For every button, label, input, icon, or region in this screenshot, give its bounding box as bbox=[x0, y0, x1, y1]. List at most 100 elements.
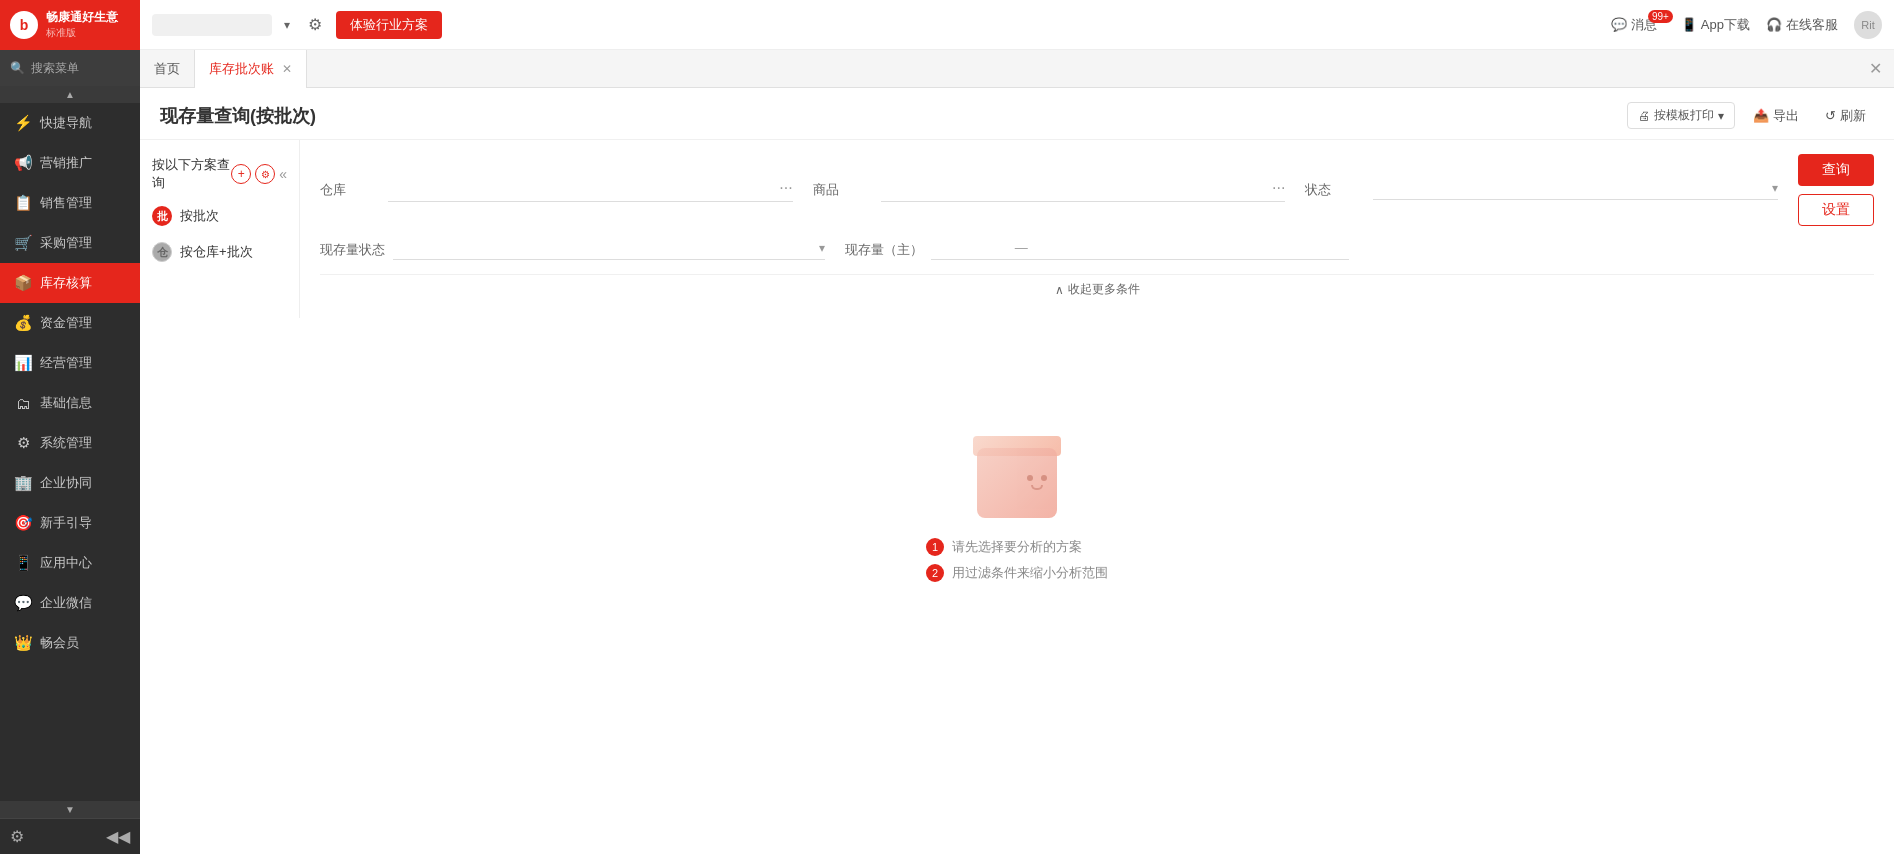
hint-text-2: 用过滤条件来缩小分析范围 bbox=[952, 564, 1108, 582]
inventory-icon: 📦 bbox=[14, 274, 32, 292]
tab-close-icon[interactable]: ✕ bbox=[282, 62, 292, 76]
add-scheme-btn[interactable]: + bbox=[231, 164, 251, 184]
tab-home[interactable]: 首页 bbox=[140, 50, 195, 88]
avatar: Rit bbox=[1854, 11, 1882, 39]
empty-eye-right bbox=[1041, 475, 1047, 481]
hint-num-1: 1 bbox=[926, 538, 944, 556]
topbar-gear-btn[interactable]: ⚙ bbox=[302, 13, 328, 36]
breadcrumb-dropdown-btn[interactable]: ▾ bbox=[280, 16, 294, 34]
status-select-wrap: 全部 正常 禁用 ▾ bbox=[1373, 180, 1778, 200]
enterprise-label: 企业协同 bbox=[40, 474, 92, 492]
app-download-icon: 📱 bbox=[1681, 17, 1697, 32]
empty-box-face bbox=[1015, 464, 1059, 500]
trial-btn[interactable]: 体验行业方案 bbox=[336, 11, 442, 39]
scheme-warehouse-batch-icon: 仓 bbox=[152, 242, 172, 262]
print-icon: 🖨 bbox=[1638, 109, 1650, 123]
empty-box bbox=[977, 448, 1057, 518]
marketing-label: 营销推广 bbox=[40, 154, 92, 172]
collapse-row[interactable]: ∧ 收起更多条件 bbox=[320, 274, 1874, 304]
sidebar-item-enterprise[interactable]: 🏢 企业协同 bbox=[0, 463, 140, 503]
refresh-btn[interactable]: ↺ 刷新 bbox=[1817, 103, 1874, 129]
stock-qty-min[interactable] bbox=[931, 240, 1011, 255]
search-icon: 🔍 bbox=[10, 61, 25, 75]
search-menu-item[interactable]: 🔍 搜索菜单 bbox=[0, 50, 140, 86]
sidebar-item-system[interactable]: ⚙ 系统管理 bbox=[0, 423, 140, 463]
print-btn[interactable]: 🖨 按模板打印 ▾ bbox=[1627, 102, 1735, 129]
enterprise-wechat-icon: 💬 bbox=[14, 594, 32, 612]
sidebar-item-inventory[interactable]: 📦 库存核算 bbox=[0, 263, 140, 303]
scheme-batch[interactable]: 批 按批次 bbox=[140, 198, 299, 234]
sidebar-item-newbie[interactable]: 🎯 新手引导 bbox=[0, 503, 140, 543]
stock-qty-max[interactable] bbox=[1032, 240, 1112, 255]
sidebar-item-quick-nav[interactable]: ⚡ 快捷导航 bbox=[0, 103, 140, 143]
topbar-right: 💬 消息 99+ 📱 App下载 🎧 在线客服 Rit bbox=[1603, 11, 1882, 39]
filter-form: 仓库 ··· 商品 ··· 状态 bbox=[300, 140, 1894, 318]
empty-hint-1: 1 请先选择要分析的方案 bbox=[926, 538, 1108, 556]
sidebar-item-basic[interactable]: 🗂 基础信息 bbox=[0, 383, 140, 423]
sidebar-item-enterprise-wechat[interactable]: 💬 企业微信 bbox=[0, 583, 140, 623]
hint-text-1: 请先选择要分析的方案 bbox=[952, 538, 1082, 556]
headset-icon: 🎧 bbox=[1766, 17, 1782, 32]
warehouse-input-wrap: ··· bbox=[388, 179, 793, 202]
stock-qty-field: 现存量（主） — bbox=[845, 240, 1350, 260]
empty-eyes bbox=[1027, 475, 1047, 481]
system-icon: ⚙ bbox=[14, 434, 32, 452]
product-dots-btn[interactable]: ··· bbox=[1272, 179, 1285, 197]
sidebar-item-marketing[interactable]: 📢 营销推广 bbox=[0, 143, 140, 183]
filter-sidebar-collapse-btn[interactable]: « bbox=[279, 166, 287, 182]
app-logo: b bbox=[10, 11, 38, 39]
sidebar-scroll-down[interactable]: ▼ bbox=[0, 801, 140, 818]
status-select[interactable]: 全部 正常 禁用 bbox=[1373, 180, 1768, 195]
collapse-label: 收起更多条件 bbox=[1068, 281, 1140, 298]
stock-qty-range: — bbox=[931, 240, 1350, 260]
warehouse-dots-btn[interactable]: ··· bbox=[779, 179, 792, 197]
empty-hint-2: 2 用过滤条件来缩小分析范围 bbox=[926, 564, 1108, 582]
enterprise-wechat-label: 企业微信 bbox=[40, 594, 92, 612]
tab-inventory-batch-label: 库存批次账 bbox=[209, 60, 274, 78]
filter-row-2: 现存量状态 全部 ▾ 现存量（主） — bbox=[320, 240, 1874, 260]
sidebar-item-operations[interactable]: 📊 经营管理 bbox=[0, 343, 140, 383]
page-actions: 🖨 按模板打印 ▾ 📤 导出 ↺ 刷新 bbox=[1627, 102, 1874, 129]
sidebar-item-app-center[interactable]: 📱 应用中心 bbox=[0, 543, 140, 583]
stock-status-select-wrap: 全部 ▾ bbox=[393, 240, 825, 260]
scheme-warehouse-batch[interactable]: 仓 按仓库+批次 bbox=[140, 234, 299, 270]
topbar: ▾ ⚙ 体验行业方案 💬 消息 99+ 📱 App下载 🎧 在线客服 Rit bbox=[140, 0, 1894, 50]
finance-label: 资金管理 bbox=[40, 314, 92, 332]
filter-sidebar: 按以下方案查询 + ⚙ « 批 按批次 仓 bbox=[140, 140, 300, 318]
newbie-label: 新手引导 bbox=[40, 514, 92, 532]
sidebar-scroll-up[interactable]: ▲ bbox=[0, 86, 140, 103]
app-center-label: 应用中心 bbox=[40, 554, 92, 572]
sales-icon: 📋 bbox=[14, 194, 32, 212]
tab-home-label: 首页 bbox=[154, 60, 180, 78]
settings-icon[interactable]: ⚙ bbox=[10, 827, 24, 846]
app-download-btn[interactable]: 📱 App下载 bbox=[1681, 16, 1750, 34]
sidebar-item-member[interactable]: 👑 畅会员 bbox=[0, 623, 140, 663]
collapse-icon[interactable]: ◀◀ bbox=[106, 827, 130, 846]
settings-scheme-btn[interactable]: ⚙ bbox=[255, 164, 275, 184]
breadcrumb-input[interactable] bbox=[152, 14, 272, 36]
tab-inventory-batch[interactable]: 库存批次账 ✕ bbox=[195, 50, 307, 88]
sidebar-header: b 畅康通好生意 标准版 bbox=[0, 0, 140, 50]
operations-label: 经营管理 bbox=[40, 354, 92, 372]
operations-icon: 📊 bbox=[14, 354, 32, 372]
tab-bar: 首页 库存批次账 ✕ ✕ bbox=[140, 50, 1894, 88]
sidebar-item-purchase[interactable]: 🛒 采购管理 bbox=[0, 223, 140, 263]
sidebar-item-sales[interactable]: 📋 销售管理 bbox=[0, 183, 140, 223]
tab-bar-close-btn[interactable]: ✕ bbox=[1857, 59, 1894, 78]
range-dash: — bbox=[1015, 240, 1028, 255]
warehouse-input[interactable] bbox=[388, 180, 775, 195]
refresh-icon: ↺ bbox=[1825, 108, 1836, 123]
sidebar-item-finance[interactable]: 💰 资金管理 bbox=[0, 303, 140, 343]
query-btn[interactable]: 查询 bbox=[1798, 154, 1874, 186]
export-btn[interactable]: 📤 导出 bbox=[1745, 103, 1807, 129]
user-avatar-btn[interactable]: Rit bbox=[1854, 11, 1882, 39]
quick-nav-icon: ⚡ bbox=[14, 114, 32, 132]
stock-status-select[interactable]: 全部 bbox=[393, 240, 815, 255]
settings-btn[interactable]: 设置 bbox=[1798, 194, 1874, 226]
stock-status-field: 现存量状态 全部 ▾ bbox=[320, 240, 825, 260]
online-service-btn[interactable]: 🎧 在线客服 bbox=[1766, 16, 1838, 34]
export-icon: 📤 bbox=[1753, 108, 1769, 123]
message-btn[interactable]: 💬 消息 99+ bbox=[1603, 16, 1665, 34]
marketing-icon: 📢 bbox=[14, 154, 32, 172]
product-input[interactable] bbox=[881, 180, 1268, 195]
